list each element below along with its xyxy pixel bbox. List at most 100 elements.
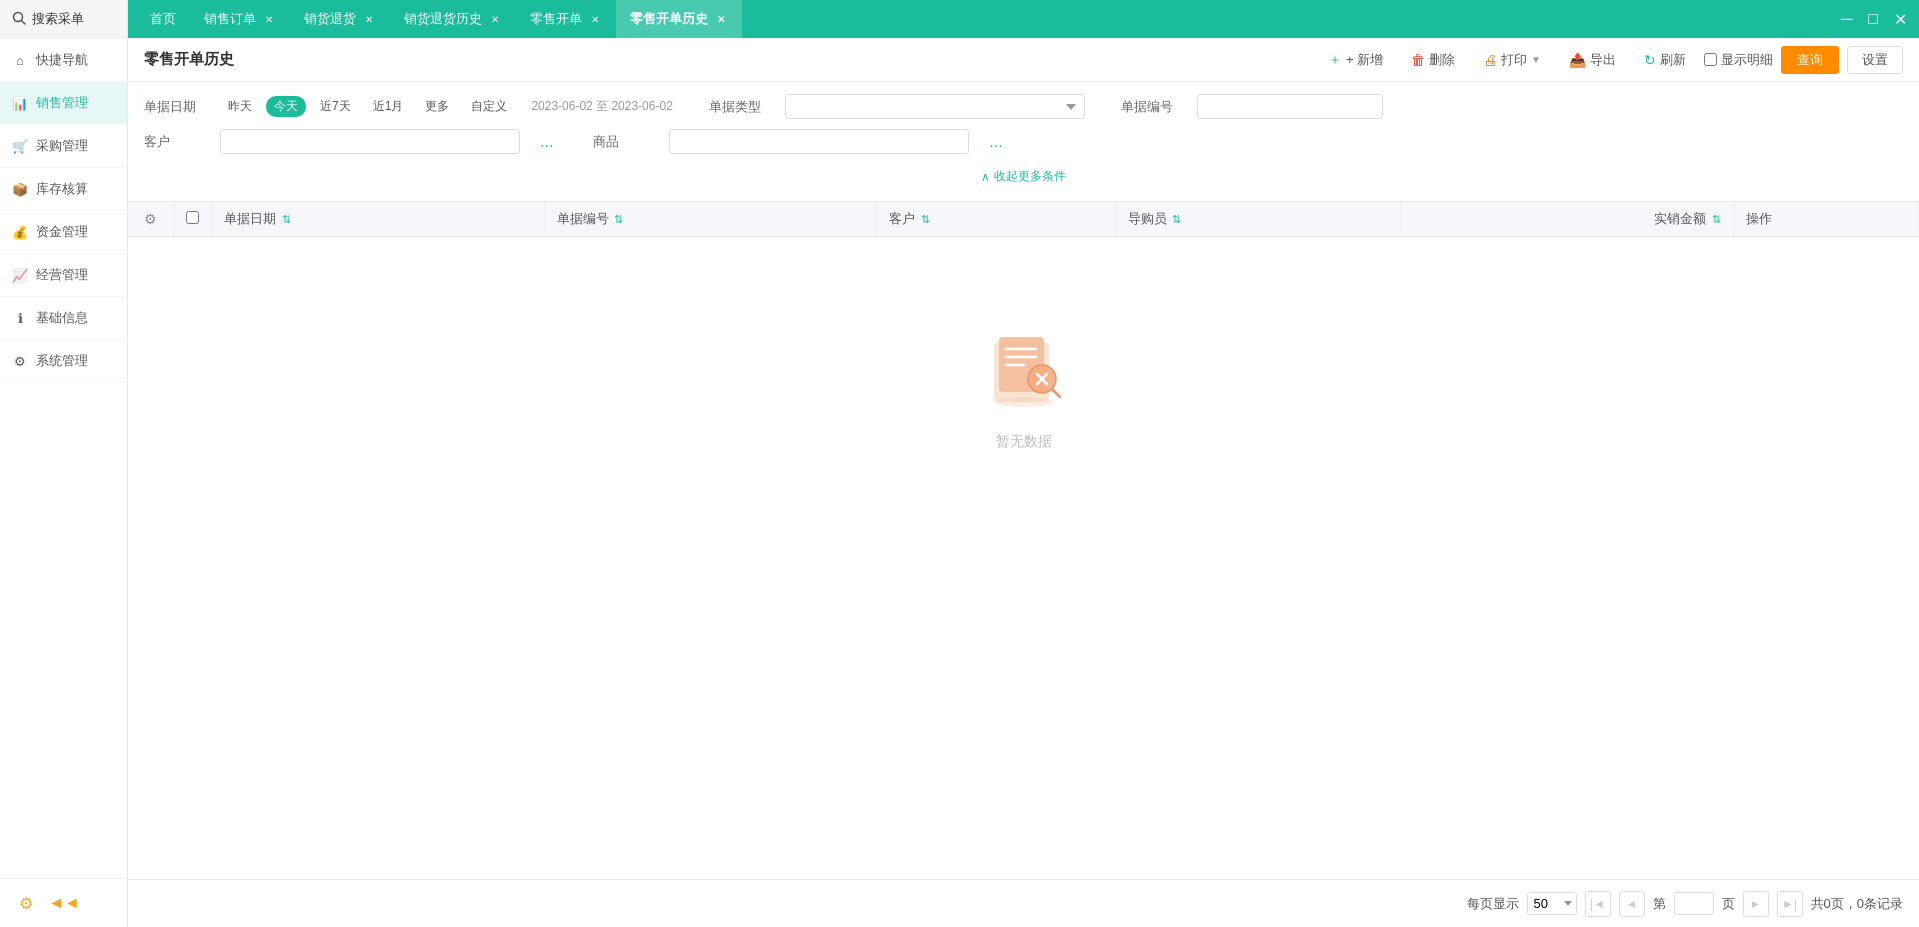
coin-icon: 💰 <box>12 224 28 240</box>
date-custom[interactable]: 自定义 <box>463 96 515 117</box>
last-page-btn[interactable]: ►| <box>1777 891 1803 917</box>
tab-retail-open-close[interactable]: ✕ <box>588 12 602 26</box>
date-options: 昨天 今天 近7天 近1月 更多 自定义 <box>220 96 515 117</box>
date-1month[interactable]: 近1月 <box>365 96 412 117</box>
first-page-btn[interactable]: |◄ <box>1585 891 1611 917</box>
per-page-select[interactable]: 50 10 20 100 <box>1527 892 1577 915</box>
select-all-checkbox[interactable] <box>186 211 199 224</box>
pagination: 每页显示 50 10 20 100 |◄ ◄ 第 1 页 ► ►| 共0页，0条… <box>128 879 1919 927</box>
goods-filter-input[interactable] <box>669 129 969 154</box>
date-today[interactable]: 今天 <box>266 96 306 117</box>
th-date: 单据日期 ⇅ <box>212 202 545 237</box>
date-more[interactable]: 更多 <box>417 96 457 117</box>
page-number-input[interactable]: 1 <box>1674 892 1714 915</box>
query-button[interactable]: 查询 <box>1781 46 1839 74</box>
number-filter-input[interactable] <box>1197 94 1383 119</box>
collapse-more-btn[interactable]: ∧ 收起更多条件 <box>973 164 1074 189</box>
print-button[interactable]: 🖨 打印 ▼ <box>1473 47 1551 73</box>
display-detail-label: 显示明细 <box>1721 51 1773 69</box>
th-settings: ⚙ <box>128 202 174 237</box>
amount-sort-icon[interactable]: ⇅ <box>1712 213 1721 225</box>
tab-retail-open-history-label: 零售开单历史 <box>630 10 708 28</box>
type-filter-label: 单据类型 <box>709 98 769 116</box>
sidebar-item-label: 系统管理 <box>36 352 88 370</box>
chart-icon: 📊 <box>12 95 28 111</box>
customer-filter-label: 客户 <box>144 133 204 151</box>
refresh-label: 刷新 <box>1660 51 1686 69</box>
tab-sales-order-label: 销售订单 <box>204 10 256 28</box>
th-action: 操作 <box>1733 202 1918 237</box>
table-settings-btn[interactable]: ⚙ <box>140 207 161 231</box>
next-page-btn[interactable]: ► <box>1743 891 1769 917</box>
sidebar-search-label: 搜索采单 <box>32 10 84 28</box>
tab-sales-return-close[interactable]: ✕ <box>362 12 376 26</box>
settings-bottom-btn[interactable]: ⚙ <box>12 889 40 917</box>
tab-sales-return-history-close[interactable]: ✕ <box>488 12 502 26</box>
type-filter-select[interactable] <box>785 94 1085 119</box>
collapse-sidebar-btn[interactable]: ◄◄ <box>50 889 78 917</box>
tab-retail-open-label: 零售开单 <box>530 10 582 28</box>
minimize-btn[interactable]: ─ <box>1837 8 1856 30</box>
display-detail-input[interactable] <box>1704 53 1717 66</box>
sidebar-item-sales-mgmt[interactable]: 📊 销售管理 <box>0 82 127 125</box>
delete-label: 删除 <box>1429 51 1455 69</box>
sidebar-item-inventory[interactable]: 📦 库存核算 <box>0 168 127 211</box>
delete-button[interactable]: 🗑 删除 <box>1401 47 1465 73</box>
goods-ellipsis-btn[interactable]: ... <box>985 133 1006 151</box>
th-customer-label: 客户 <box>889 211 915 226</box>
print-icon: 🖨 <box>1483 52 1497 68</box>
th-amount: 实销金额 ⇅ <box>1401 202 1734 237</box>
tab-home[interactable]: 首页 <box>136 0 190 38</box>
th-date-label: 单据日期 <box>224 211 276 226</box>
guide-sort-icon[interactable]: ⇅ <box>1172 213 1181 225</box>
sidebar-item-operations[interactable]: 📈 经营管理 <box>0 254 127 297</box>
prev-page-btn[interactable]: ◄ <box>1619 891 1645 917</box>
filter-area: 单据日期 昨天 今天 近7天 近1月 更多 自定义 2023-06-02 至 2… <box>128 82 1919 202</box>
customer-filter-input[interactable] <box>220 129 520 154</box>
tab-sales-order-close[interactable]: ✕ <box>262 12 276 26</box>
th-checkbox <box>174 202 212 237</box>
export-button[interactable]: 📤 导出 <box>1559 47 1626 73</box>
table-area: ⚙ 单据日期 ⇅ 单据编号 ⇅ 客户 ⇅ <box>128 202 1919 879</box>
settings-button[interactable]: 设置 <box>1847 46 1903 74</box>
date-range-display: 2023-06-02 至 2023-06-02 <box>531 98 672 115</box>
th-customer: 客户 ⇅ <box>877 202 1115 237</box>
sidebar-item-purchase-mgmt[interactable]: 🛒 采购管理 <box>0 125 127 168</box>
number-sort-icon[interactable]: ⇅ <box>614 213 623 225</box>
tab-sales-order[interactable]: 销售订单 ✕ <box>190 0 290 38</box>
tab-sales-return[interactable]: 销货退货 ✕ <box>290 0 390 38</box>
collapse-up-icon: ∧ <box>981 170 990 184</box>
tab-retail-open-history[interactable]: 零售开单历史 ✕ <box>616 0 742 38</box>
tab-retail-open-history-close[interactable]: ✕ <box>714 12 728 26</box>
export-label: 导出 <box>1590 51 1616 69</box>
add-button[interactable]: ＋ + 新增 <box>1318 47 1393 73</box>
customer-sort-icon[interactable]: ⇅ <box>921 213 930 225</box>
sidebar-item-system[interactable]: ⚙ 系统管理 <box>0 340 127 383</box>
sidebar-item-finance[interactable]: 💰 资金管理 <box>0 211 127 254</box>
refresh-icon: ↻ <box>1644 52 1656 68</box>
close-btn[interactable]: ✕ <box>1890 8 1911 31</box>
sidebar-item-label: 快捷导航 <box>36 51 88 69</box>
main-content: 首页 销售订单 ✕ 销货退货 ✕ 销货退货历史 ✕ 零售开单 ✕ 零售开单历史 … <box>128 0 1919 927</box>
print-label: 打印 <box>1501 51 1527 69</box>
date-yesterday[interactable]: 昨天 <box>220 96 260 117</box>
display-detail-checkbox[interactable]: 显示明细 <box>1704 51 1773 69</box>
page-prefix-label: 第 <box>1653 895 1666 913</box>
maximize-btn[interactable]: □ <box>1864 8 1882 30</box>
date-sort-icon[interactable]: ⇅ <box>282 213 291 225</box>
sidebar-item-basic-info[interactable]: ℹ 基础信息 <box>0 297 127 340</box>
sidebar-bottom: ⚙ ◄◄ <box>0 878 127 927</box>
tab-retail-open[interactable]: 零售开单 ✕ <box>516 0 616 38</box>
empty-state: 暂无数据 <box>128 237 1919 531</box>
settings-icon: ⚙ <box>12 353 28 369</box>
date-7days[interactable]: 近7天 <box>312 96 359 117</box>
add-label: + 新增 <box>1346 51 1383 69</box>
sidebar-item-quick-nav[interactable]: ⌂ 快捷导航 <box>0 39 127 82</box>
sidebar-search-btn[interactable]: 搜索采单 <box>0 0 127 39</box>
tab-sales-return-history[interactable]: 销货退货历史 ✕ <box>390 0 516 38</box>
customer-ellipsis-btn[interactable]: ... <box>536 133 557 151</box>
sidebar-item-label: 资金管理 <box>36 223 88 241</box>
toolbar: 零售开单历史 ＋ + 新增 🗑 删除 🖨 打印 ▼ 📤 导出 ↻ 刷新 <box>128 38 1919 82</box>
filter-collapse-row: ∧ 收起更多条件 <box>144 164 1903 189</box>
refresh-button[interactable]: ↻ 刷新 <box>1634 47 1696 73</box>
